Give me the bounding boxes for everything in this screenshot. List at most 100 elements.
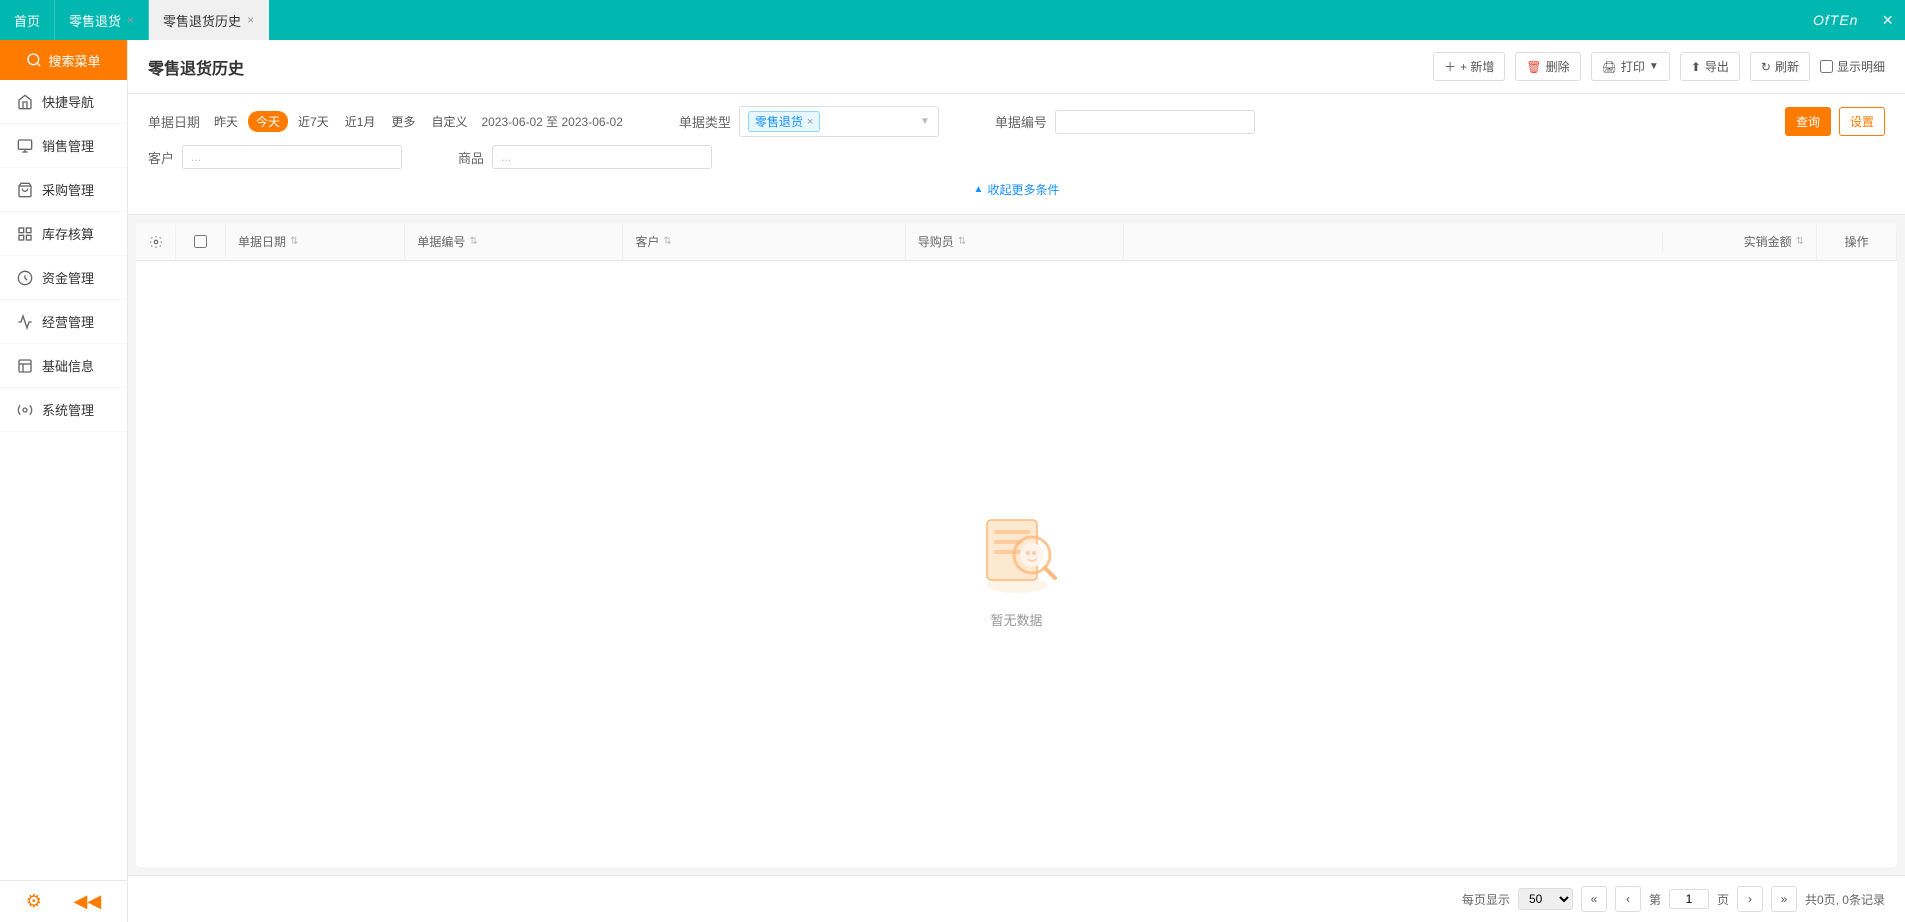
doc-type-filter-item: 单据类型 零售退货 × ▼ bbox=[679, 106, 939, 137]
tab-home[interactable]: 首页 bbox=[0, 0, 55, 40]
per-page-select[interactable]: 50 10 20 100 bbox=[1518, 888, 1573, 910]
th-guide[interactable]: 导购员 ⇅ bbox=[906, 223, 1124, 260]
sort-doc-date-icon: ⇅ bbox=[290, 236, 298, 247]
select-all-checkbox[interactable] bbox=[194, 235, 207, 248]
search-menu-button[interactable]: 搜索菜单 bbox=[0, 40, 127, 80]
export-button[interactable]: ⬆ 导出 bbox=[1680, 52, 1740, 81]
date-yesterday-btn[interactable]: 昨天 bbox=[208, 111, 244, 132]
date-custom-btn[interactable]: 自定义 bbox=[425, 111, 473, 132]
add-icon: ＋ bbox=[1444, 58, 1456, 75]
export-icon: ⬆ bbox=[1691, 60, 1701, 74]
home-icon bbox=[16, 93, 34, 111]
pagination: 每页显示 50 10 20 100 « ‹ 第 页 › » 共0页, 0条记录 bbox=[128, 875, 1905, 922]
content-area: 零售退货历史 ＋ + 新增 🗑 删除 🖨 打印 ▼ ⬆ 导出 bbox=[128, 40, 1905, 922]
empty-text: 暂无数据 bbox=[990, 610, 1042, 629]
print-button[interactable]: 🖨 打印 ▼ bbox=[1591, 52, 1670, 81]
tab-retail-return-close[interactable]: × bbox=[127, 13, 134, 27]
export-button-label: 导出 bbox=[1705, 58, 1729, 75]
sidebar-item-finance[interactable]: 资金管理 bbox=[0, 256, 127, 300]
print-dropdown-icon: ▼ bbox=[1649, 61, 1659, 72]
tab-retail-return-history[interactable]: 零售退货历史 × bbox=[149, 0, 269, 40]
delete-icon: 🗑 bbox=[1526, 60, 1541, 74]
table-select-all-th[interactable] bbox=[176, 225, 226, 258]
sidebar-item-sales-mgmt[interactable]: 销售管理 bbox=[0, 124, 127, 168]
customer-select[interactable]: ... bbox=[182, 145, 402, 169]
table-area: 单据日期 ⇅ 单据编号 ⇅ 客户 ⇅ 导购员 ⇅ 实销金额 bbox=[136, 223, 1897, 867]
sidebar-item-system[interactable]: 系统管理 bbox=[0, 388, 127, 432]
page-title: 零售退货历史 bbox=[148, 55, 244, 79]
last-page-button[interactable]: » bbox=[1771, 886, 1797, 912]
collapse-button[interactable]: ▲ 收起更多条件 bbox=[974, 181, 1060, 198]
date-1month-btn[interactable]: 近1月 bbox=[339, 111, 382, 132]
th-actual-amount[interactable]: 实销金额 ⇅ bbox=[1663, 223, 1817, 260]
tab-retail-return-label: 零售退货 bbox=[69, 11, 121, 30]
date-7days-btn[interactable]: 近7天 bbox=[292, 111, 335, 132]
window-close-button[interactable]: × bbox=[1870, 10, 1905, 31]
print-button-label: 打印 bbox=[1621, 58, 1645, 75]
th-customer[interactable]: 客户 ⇅ bbox=[623, 223, 905, 260]
page-number-input[interactable] bbox=[1669, 889, 1709, 909]
tab-retail-return[interactable]: 零售退货 × bbox=[55, 0, 149, 40]
refresh-button-label: 刷新 bbox=[1775, 58, 1799, 75]
search-icon bbox=[26, 52, 42, 68]
new-button-label: + 新增 bbox=[1460, 58, 1494, 75]
th-doc-no[interactable]: 单据编号 ⇅ bbox=[405, 223, 623, 260]
sidebar-item-inventory-label: 库存核算 bbox=[42, 224, 94, 243]
gear-icon[interactable]: ⚙ bbox=[26, 891, 42, 912]
new-button[interactable]: ＋ + 新增 bbox=[1433, 52, 1505, 81]
date-filter-item: 单据日期 昨天 今天 近7天 近1月 更多 自定义 2023-06-02 至 2… bbox=[148, 111, 623, 132]
table-settings-th[interactable] bbox=[136, 225, 176, 259]
date-filter-buttons: 昨天 今天 近7天 近1月 更多 自定义 bbox=[208, 111, 473, 132]
th-actual-amount-label: 实销金额 bbox=[1744, 233, 1792, 250]
sales-icon bbox=[16, 137, 34, 155]
refresh-button[interactable]: ↻ 刷新 bbox=[1750, 52, 1810, 81]
date-today-btn[interactable]: 今天 bbox=[248, 111, 288, 132]
next-page-button[interactable]: › bbox=[1737, 886, 1763, 912]
page-suffix: 页 bbox=[1717, 891, 1729, 908]
settings-filter-label: 设置 bbox=[1850, 113, 1874, 130]
top-bar-right: OfTEn bbox=[1813, 12, 1858, 28]
sidebar-item-sales-label: 销售管理 bbox=[42, 136, 94, 155]
top-bar: 首页 零售退货 × 零售退货历史 × OfTEn × bbox=[0, 0, 1905, 40]
sidebar-item-operations[interactable]: 经营管理 bbox=[0, 300, 127, 344]
sidebar-item-operations-label: 经营管理 bbox=[42, 312, 94, 331]
doc-no-input[interactable] bbox=[1055, 110, 1255, 134]
table-body: 暂无数据 bbox=[136, 261, 1897, 867]
page-header: 零售退货历史 ＋ + 新增 🗑 删除 🖨 打印 ▼ ⬆ 导出 bbox=[128, 40, 1905, 94]
sort-amount-icon: ⇅ bbox=[1796, 236, 1804, 247]
sidebar-item-inventory[interactable]: 库存核算 bbox=[0, 212, 127, 256]
goods-placeholder: ... bbox=[501, 150, 511, 164]
sidebar-item-system-label: 系统管理 bbox=[42, 400, 94, 419]
show-details-text: 显示明细 bbox=[1837, 58, 1885, 75]
sidebar-item-quick-nav[interactable]: 快捷导航 bbox=[0, 80, 127, 124]
prev-page-button[interactable]: ‹ bbox=[1615, 886, 1641, 912]
doc-type-tag-close[interactable]: × bbox=[807, 116, 813, 128]
date-more-btn[interactable]: 更多 bbox=[385, 111, 421, 132]
doc-type-select[interactable]: 零售退货 × ▼ bbox=[739, 106, 939, 137]
sidebar-item-purchase-mgmt[interactable]: 采购管理 bbox=[0, 168, 127, 212]
show-details-label[interactable]: 显示明细 bbox=[1820, 58, 1885, 75]
speaker-icon[interactable]: ◀◀ bbox=[74, 891, 102, 912]
doc-type-dropdown-icon: ▼ bbox=[920, 116, 930, 127]
first-page-button[interactable]: « bbox=[1581, 886, 1607, 912]
show-details-checkbox[interactable] bbox=[1820, 60, 1833, 73]
doc-no-label: 单据编号 bbox=[995, 112, 1047, 131]
goods-select[interactable]: ... bbox=[492, 145, 712, 169]
sidebar: 搜索菜单 快捷导航 销售管理 采购管理 库存核算 bbox=[0, 40, 128, 922]
inventory-icon bbox=[16, 225, 34, 243]
th-customer-label: 客户 bbox=[635, 233, 659, 250]
th-doc-no-label: 单据编号 bbox=[417, 233, 465, 250]
delete-button-label: 删除 bbox=[1546, 58, 1570, 75]
th-doc-date-label: 单据日期 bbox=[238, 233, 286, 250]
sidebar-item-base-info[interactable]: 基础信息 bbox=[0, 344, 127, 388]
tab-retail-return-history-close[interactable]: × bbox=[247, 13, 254, 27]
collapse-label: 收起更多条件 bbox=[987, 181, 1059, 198]
delete-button[interactable]: 🗑 删除 bbox=[1515, 52, 1580, 81]
settings-filter-button[interactable]: 设置 bbox=[1839, 107, 1885, 136]
query-button[interactable]: 查询 bbox=[1785, 107, 1831, 136]
doc-type-tag: 零售退货 × bbox=[748, 111, 820, 132]
sidebar-bottom: ⚙ ◀◀ bbox=[0, 880, 127, 922]
page-summary: 共0页, 0条记录 bbox=[1805, 891, 1885, 908]
table-settings-icon bbox=[149, 235, 163, 249]
th-doc-date[interactable]: 单据日期 ⇅ bbox=[226, 223, 405, 260]
